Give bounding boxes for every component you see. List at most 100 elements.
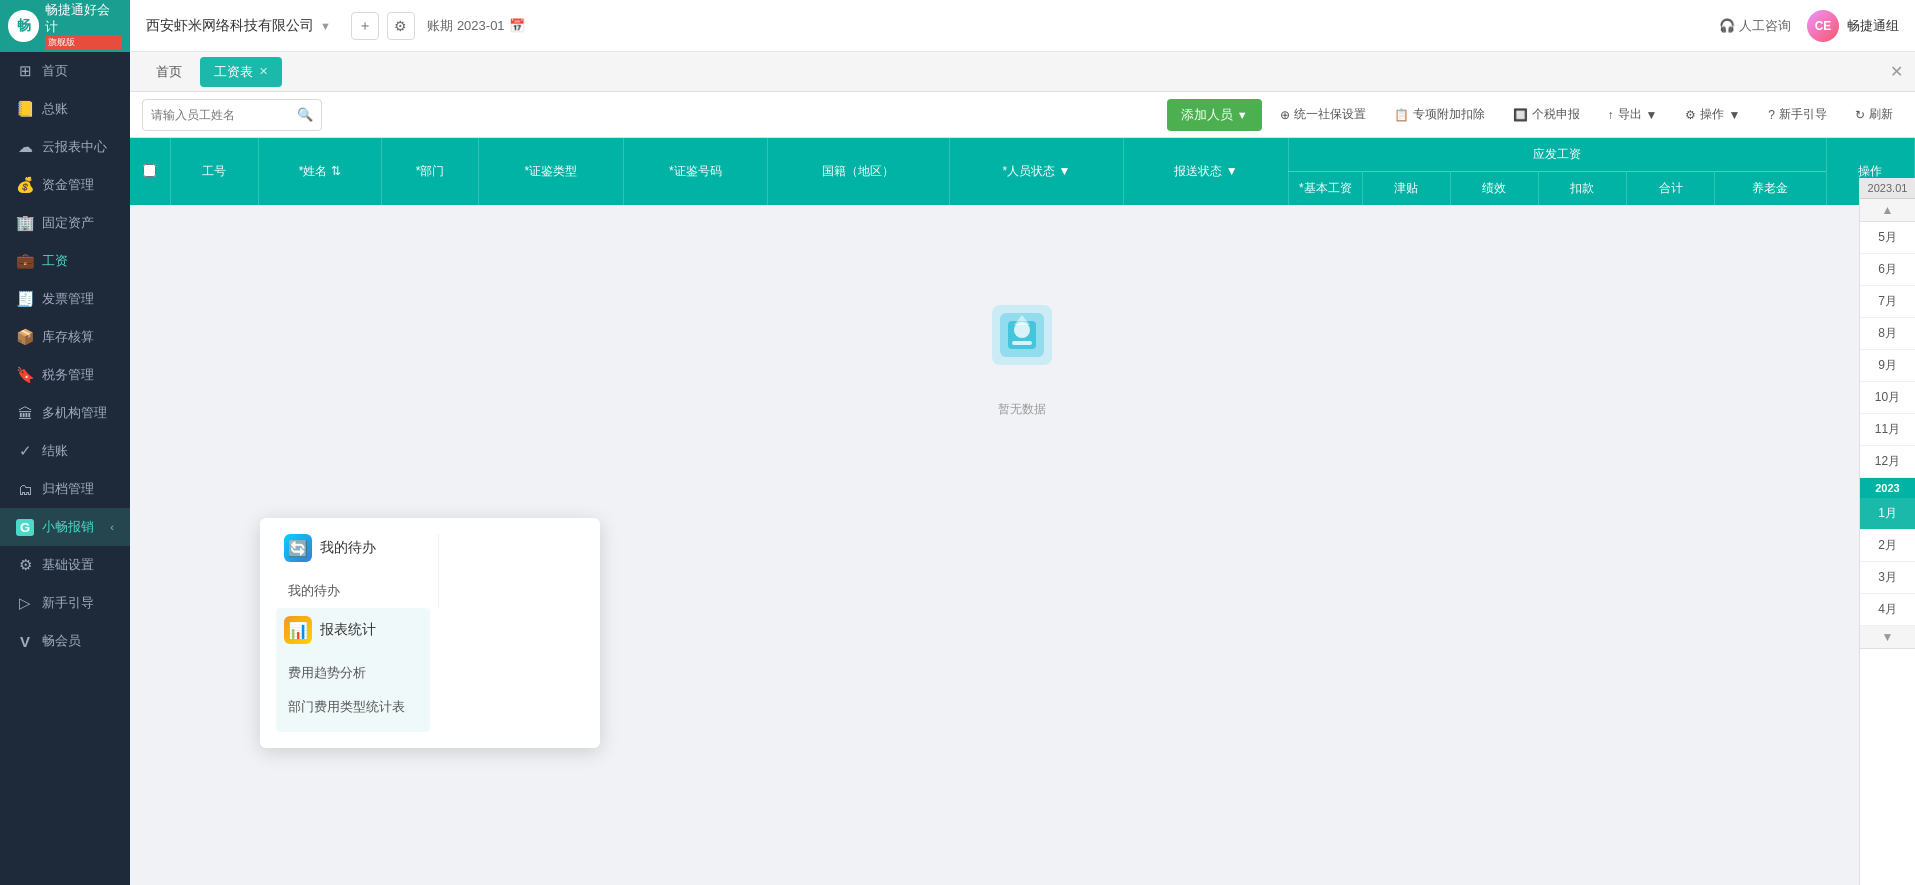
logo-text: 畅捷通好会计 旗舰版 <box>45 2 122 51</box>
guide-icon: ? <box>1768 108 1775 122</box>
period-value: 2023-01 <box>457 18 505 33</box>
th-allowance: 津贴 <box>1362 172 1450 206</box>
operation-button[interactable]: ⚙ 操作 ▼ <box>1675 99 1750 131</box>
search-icon: 🔍 <box>297 107 313 122</box>
th-report-status: 报送状态 ▼ <box>1124 138 1289 205</box>
sidebar-item-invoice[interactable]: 🧾 发票管理 <box>0 280 130 318</box>
search-box[interactable]: 🔍 <box>142 99 322 131</box>
tabbar: 首页 工资表 ✕ ✕ <box>130 52 1915 92</box>
th-payroll-group: 应发工资 <box>1289 138 1827 172</box>
tab-close-button[interactable]: ✕ <box>259 65 268 78</box>
settings-button[interactable]: ⚙ <box>387 12 415 40</box>
popup-section-reports-header: 📊 报表统计 <box>284 616 422 644</box>
th-employee-id: 工号 <box>170 138 258 205</box>
th-pension: 养老金 <box>1715 172 1827 206</box>
month-panel: 2023.01 ▲ 5月 6月 7月 8月 9月 10月 11月 12月 202… <box>1859 178 1915 885</box>
avatar: CE <box>1807 10 1839 42</box>
company-name: 西安虾米网络科技有限公司 <box>146 17 314 35</box>
month-item-12[interactable]: 12月 <box>1860 446 1915 478</box>
sidebar-item-settlement[interactable]: ✓ 结账 <box>0 432 130 470</box>
th-id-type: *证鉴类型 <box>479 138 623 205</box>
month-item-8[interactable]: 8月 <box>1860 318 1915 350</box>
member-icon: V <box>16 633 34 650</box>
refresh-button[interactable]: ↻ 刷新 <box>1845 99 1903 131</box>
company-selector[interactable]: 西安虾米网络科技有限公司 ▼ <box>146 17 331 35</box>
salary-table: 工号 *姓名 ⇅ *部门 *证鉴类型 *证鉴号码 国籍（地区） *人员状态 ▼ … <box>130 138 1915 498</box>
sidebar-item-tax[interactable]: 🔖 税务管理 <box>0 356 130 394</box>
month-item-7[interactable]: 7月 <box>1860 286 1915 318</box>
fund-icon: 💰 <box>16 176 34 194</box>
calendar-icon: 📅 <box>509 18 525 33</box>
month-scroll-up-button[interactable]: ▲ <box>1860 199 1915 222</box>
sidebar-item-new-guide[interactable]: ▷ 新手引导 <box>0 584 130 622</box>
social-security-button[interactable]: ⊕ 统一社保设置 <box>1270 99 1376 131</box>
sidebar-item-salary[interactable]: 💼 工资 <box>0 242 130 280</box>
month-item-11[interactable]: 11月 <box>1860 414 1915 446</box>
popup-section-mywork-header: 🔄 我的待办 <box>284 534 422 562</box>
popup-item-cost-trend[interactable]: 费用趋势分析 <box>284 656 422 690</box>
add-person-button[interactable]: 添加人员 ▼ <box>1167 99 1262 131</box>
period-selector[interactable]: 账期 2023-01 📅 <box>427 17 525 35</box>
month-item-6[interactable]: 6月 <box>1860 254 1915 286</box>
tax-icon: 🔖 <box>16 366 34 384</box>
checkbox-header[interactable] <box>130 138 170 205</box>
sidebar-item-multi-org[interactable]: 🏛 多机构管理 <box>0 394 130 432</box>
popup-item-mywork[interactable]: 我的待办 <box>284 574 422 608</box>
sidebar-item-member[interactable]: V 畅会员 <box>0 622 130 660</box>
month-item-10[interactable]: 10月 <box>1860 382 1915 414</box>
popup-item-dept-cost[interactable]: 部门费用类型统计表 <box>284 690 422 724</box>
special-deduction-button[interactable]: 📋 专项附加扣除 <box>1384 99 1495 131</box>
sidebar-item-fund[interactable]: 💰 资金管理 <box>0 166 130 204</box>
th-department: *部门 <box>382 138 479 205</box>
company-dropdown-arrow: ▼ <box>320 20 331 32</box>
content-area: 工号 *姓名 ⇅ *部门 *证鉴类型 *证鉴号码 国籍（地区） *人员状态 ▼ … <box>130 138 1915 885</box>
add-company-button[interactable]: ＋ <box>351 12 379 40</box>
sidebar-item-cloud-report[interactable]: ☁ 云报表中心 <box>0 128 130 166</box>
sidebar-item-basic-settings[interactable]: ⚙ 基础设置 <box>0 546 130 584</box>
month-item-1[interactable]: 1月 <box>1860 498 1915 530</box>
settings-icon: ⚙ <box>16 556 34 574</box>
user-info[interactable]: CE 畅捷通组 <box>1807 10 1899 42</box>
th-nationality: 国籍（地区） <box>767 138 949 205</box>
svg-rect-4 <box>1012 341 1032 345</box>
export-button[interactable]: ↑ 导出 ▼ <box>1598 99 1668 131</box>
multi-org-icon: 🏛 <box>16 405 34 422</box>
th-id-number: *证鉴号码 <box>623 138 767 205</box>
sidebar-item-archive[interactable]: 🗂 归档管理 <box>0 470 130 508</box>
year-label: 2023 <box>1860 478 1915 498</box>
month-item-5[interactable]: 5月 <box>1860 222 1915 254</box>
month-item-3[interactable]: 3月 <box>1860 562 1915 594</box>
month-item-2[interactable]: 2月 <box>1860 530 1915 562</box>
sidebar-item-home[interactable]: ⊞ 首页 <box>0 52 130 90</box>
empty-row: 暂无数据 <box>130 205 1915 498</box>
sidebar-item-xiaochangbao[interactable]: G 小畅报销 ‹ <box>0 508 130 546</box>
fixed-assets-icon: 🏢 <box>16 214 34 232</box>
archive-icon: 🗂 <box>16 481 34 498</box>
close-all-tabs-button[interactable]: ✕ <box>1890 62 1903 81</box>
export-arrow: ▼ <box>1646 108 1658 122</box>
logo-icon: 畅 <box>8 10 39 42</box>
tax-report-button[interactable]: 🔲 个税申报 <box>1503 99 1590 131</box>
xiaochangbao-icon: G <box>16 519 34 536</box>
popup-section-mywork: 🔄 我的待办 我的待办 <box>276 534 430 608</box>
topbar-right: 🎧 人工咨询 CE 畅捷通组 <box>1719 10 1899 42</box>
customer-service[interactable]: 🎧 人工咨询 <box>1719 17 1791 35</box>
month-scroll-down-button[interactable]: ▼ <box>1860 626 1915 649</box>
deduction-icon: 📋 <box>1394 108 1409 122</box>
cloud-icon: ☁ <box>16 138 34 156</box>
tab-home[interactable]: 首页 <box>142 57 196 87</box>
month-item-4[interactable]: 4月 <box>1860 594 1915 626</box>
popup-divider <box>438 534 439 608</box>
month-item-9[interactable]: 9月 <box>1860 350 1915 382</box>
new-guide-button[interactable]: ? 新手引导 <box>1758 99 1837 131</box>
th-base-salary: *基本工资 <box>1289 172 1363 206</box>
popup-menu: 🔄 我的待办 我的待办 📊 报表统计 费用趋势分析 部门费用类型统计表 <box>260 518 600 748</box>
search-input[interactable] <box>151 108 291 122</box>
inventory-icon: 📦 <box>16 328 34 346</box>
th-name: *姓名 ⇅ <box>258 138 381 205</box>
sidebar-item-ledger[interactable]: 📒 总账 <box>0 90 130 128</box>
tab-salary-table[interactable]: 工资表 ✕ <box>200 57 282 87</box>
sidebar-item-inventory[interactable]: 📦 库存核算 <box>0 318 130 356</box>
select-all-checkbox[interactable] <box>143 164 156 177</box>
sidebar-item-fixed-assets[interactable]: 🏢 固定资产 <box>0 204 130 242</box>
